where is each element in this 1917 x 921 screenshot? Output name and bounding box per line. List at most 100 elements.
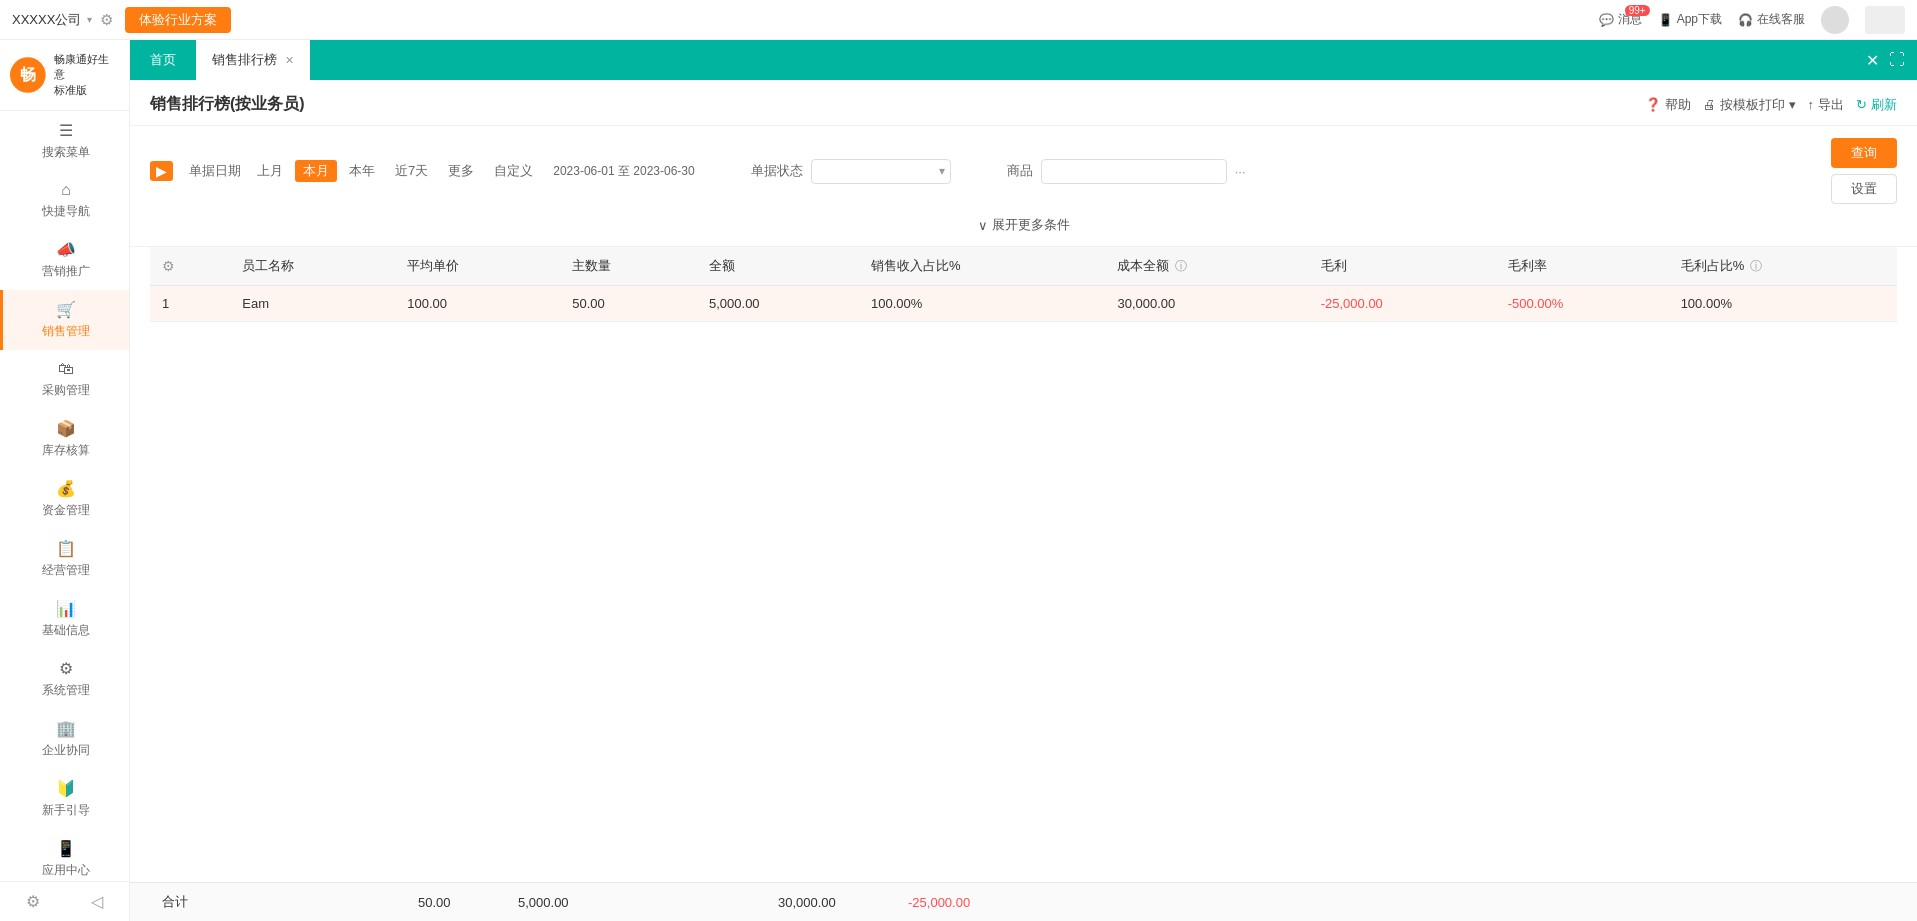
footer-qty-val: 50.00 (418, 895, 518, 910)
box-icon: 📦 (56, 419, 76, 438)
sidebar-item-inventory[interactable]: 📦 库存核算 (0, 409, 129, 469)
tab-close-icon[interactable]: ✕ (285, 54, 294, 67)
svg-text:畅: 畅 (20, 66, 36, 83)
message-badge: 99+ (1625, 5, 1650, 16)
message-icon: 💬 (1599, 13, 1614, 27)
sidebar-item-operation[interactable]: 📋 经营管理 (0, 529, 129, 589)
tab-sales-ranking[interactable]: 销售排行榜 ✕ (196, 40, 310, 80)
date-tab-this-year[interactable]: 本年 (341, 160, 383, 182)
company-selector[interactable]: XXXXX公司 ▾ (12, 11, 92, 29)
print-button[interactable]: 🖨 按模板打印 ▾ (1703, 96, 1796, 114)
date-tabs: 上月 本月 本年 近7天 更多 自定义 (249, 160, 541, 182)
gear-icon: ⚙ (59, 659, 73, 678)
home-icon: ⌂ (61, 181, 71, 199)
sidebar-item-label: 新手引导 (42, 802, 90, 819)
sidebar-item-enterprise[interactable]: 🏢 企业协同 (0, 709, 129, 769)
expand-conditions-btn[interactable]: ∨ 展开更多条件 (978, 216, 1070, 234)
date-tab-last-month[interactable]: 上月 (249, 160, 291, 182)
sidebar-item-finance[interactable]: 💰 资金管理 (0, 469, 129, 529)
cell-qty: 50.00 (560, 286, 697, 322)
cost-help-icon[interactable]: ⓘ (1175, 259, 1187, 273)
goods-input[interactable] (1041, 159, 1227, 184)
date-filter-group: 单据日期 上月 本月 本年 近7天 更多 自定义 2023-06-01 至 20… (189, 160, 695, 182)
sidebar-item-shortcut[interactable]: ⌂ 快捷导航 (0, 171, 129, 230)
ranking-table: ⚙ 员工名称 平均单价 主数量 全额 销售收入占比% 成本全额 ⓘ 毛利 毛利率 (150, 247, 1897, 322)
sidebar-item-label: 应用中心 (42, 862, 90, 879)
cell-rank: 1 (150, 286, 230, 322)
app-download-label: App下载 (1677, 11, 1722, 28)
sidebar-item-search[interactable]: ☰ 搜索菜单 (0, 111, 129, 171)
settings-bottom-icon[interactable]: ⚙ (26, 892, 40, 911)
sidebar-item-label: 快捷导航 (42, 203, 90, 220)
col-amount: 全额 (697, 247, 859, 286)
sidebar-item-guide[interactable]: 🔰 新手引导 (0, 769, 129, 829)
date-tab-more[interactable]: 更多 (440, 160, 482, 182)
date-tab-7days[interactable]: 近7天 (387, 160, 436, 182)
collapse-filter-btn[interactable]: ▶ (150, 161, 173, 181)
help-button[interactable]: ❓ 帮助 (1645, 96, 1691, 114)
fullscreen-icon[interactable]: ⛶ (1889, 51, 1905, 69)
print-dropdown-icon: ▾ (1789, 97, 1796, 112)
user-name-area[interactable] (1865, 6, 1905, 34)
tab-home[interactable]: 首页 (130, 40, 196, 80)
col-gross: 毛利 (1309, 247, 1496, 286)
message-button[interactable]: 💬 消息 99+ (1599, 11, 1642, 28)
status-select[interactable] (811, 159, 951, 184)
sidebar-item-marketing[interactable]: 📣 营销推广 (0, 230, 129, 290)
sidebar-item-label: 搜索菜单 (42, 144, 90, 161)
col-name: 员工名称 (230, 247, 395, 286)
filter-row-1: ▶ 单据日期 上月 本月 本年 近7天 更多 自定义 2023-06-01 至 … (150, 138, 1897, 204)
sidebar-item-label: 资金管理 (42, 502, 90, 519)
page-title: 销售排行榜(按业务员) (150, 94, 305, 115)
sidebar-item-appstore[interactable]: 📱 应用中心 (0, 829, 129, 881)
sidebar-item-sales[interactable]: 🛒 销售管理 (0, 290, 129, 350)
cell-gross: -25,000.00 (1309, 286, 1496, 322)
page-content: 销售排行榜(按业务员) ❓ 帮助 🖨 按模板打印 ▾ ↑ 导出 (130, 80, 1917, 921)
sidebar-item-system[interactable]: ⚙ 系统管理 (0, 649, 129, 709)
sidebar-items-list: ☰ 搜索菜单 ⌂ 快捷导航 📣 营销推广 🛒 销售管理 🛍 采购管理 📦 库 (0, 111, 129, 881)
table-body: 1 Eam 100.00 50.00 5,000.00 100.00% 30,0… (150, 286, 1897, 322)
export-button[interactable]: ↑ 导出 (1808, 96, 1845, 114)
sidebar-item-label: 销售管理 (42, 323, 90, 340)
date-label: 单据日期 (189, 162, 241, 180)
cell-gross-pct: 100.00% (1669, 286, 1897, 322)
sidebar-item-label: 系统管理 (42, 682, 90, 699)
col-settings[interactable]: ⚙ (150, 247, 230, 286)
cell-cost: 30,000.00 (1105, 286, 1308, 322)
export-icon: ↑ (1808, 97, 1815, 112)
refresh-button[interactable]: ↻ 刷新 (1856, 96, 1897, 114)
avatar[interactable] (1821, 6, 1849, 34)
app-download-button[interactable]: 📱 App下载 (1658, 11, 1722, 28)
date-tab-custom[interactable]: 自定义 (486, 160, 541, 182)
trial-button[interactable]: 体验行业方案 (125, 7, 231, 33)
close-window-icon[interactable]: ✕ (1866, 51, 1879, 70)
sidebar-item-purchase[interactable]: 🛍 采购管理 (0, 350, 129, 409)
expand-row: ∨ 展开更多条件 (150, 208, 1897, 234)
cell-name: Eam (230, 286, 395, 322)
query-button[interactable]: 查询 (1831, 138, 1897, 168)
status-label: 单据状态 (751, 162, 803, 180)
top-right-area: 💬 消息 99+ 📱 App下载 🎧 在线客服 (1599, 6, 1905, 34)
column-settings-icon[interactable]: ⚙ (162, 258, 175, 274)
gross-pct-help-icon[interactable]: ⓘ (1750, 259, 1762, 273)
logo-text: 畅康通好生意 标准版 (54, 52, 119, 98)
date-range-text: 2023-06-01 至 2023-06-30 (553, 163, 694, 180)
sidebar-item-basic[interactable]: 📊 基础信息 (0, 589, 129, 649)
settings-icon[interactable]: ⚙ (100, 11, 113, 29)
cell-avg-price: 100.00 (395, 286, 560, 322)
content-area: 首页 销售排行榜 ✕ ✕ ⛶ 销售排行榜(按业务员) ❓ 帮助 (130, 40, 1917, 921)
print-icon: 🖨 (1703, 97, 1716, 112)
cell-amount: 5,000.00 (697, 286, 859, 322)
col-avg-price: 平均单价 (395, 247, 560, 286)
footer-values: 50.00 5,000.00 30,000.00 -25,000.00 (268, 895, 1028, 910)
col-gross-pct: 毛利占比% ⓘ (1669, 247, 1897, 286)
online-service-button[interactable]: 🎧 在线客服 (1738, 11, 1805, 28)
megaphone-icon: 📣 (56, 240, 76, 259)
headset-icon: 🎧 (1738, 13, 1753, 27)
settings-button[interactable]: 设置 (1831, 174, 1897, 204)
more-icon[interactable]: ··· (1235, 164, 1246, 179)
chart-icon: 📊 (56, 599, 76, 618)
date-tab-this-month[interactable]: 本月 (295, 160, 337, 182)
collapse-icon[interactable]: ◁ (91, 892, 103, 911)
page-header: 销售排行榜(按业务员) ❓ 帮助 🖨 按模板打印 ▾ ↑ 导出 (130, 80, 1917, 126)
